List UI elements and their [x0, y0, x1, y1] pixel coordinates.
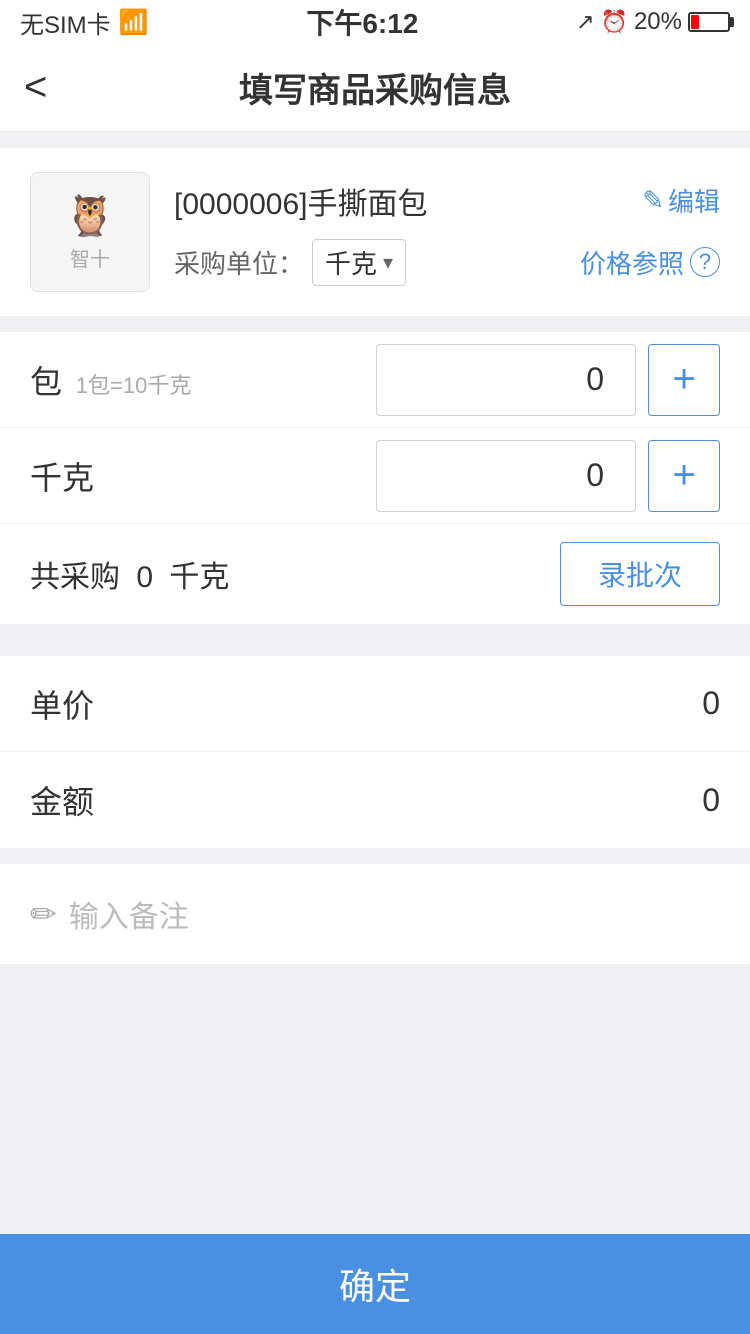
battery-pct: 20%: [634, 8, 682, 36]
product-info: [0000006]手撕面包 ✎ 编辑 采购单位： 千克 ▾ 价格参照 ?: [150, 179, 720, 286]
kg-label: 千克: [30, 460, 94, 496]
kg-plus-button[interactable]: +: [648, 440, 720, 512]
edit-label: 编辑: [668, 182, 720, 219]
confirm-button[interactable]: 确定: [0, 1234, 750, 1334]
bag-plus-button[interactable]: +: [648, 344, 720, 416]
bag-input-row: 包 1包=10千克 +: [0, 332, 750, 428]
bag-input[interactable]: [376, 344, 636, 416]
summary-quantity: 0: [136, 561, 153, 594]
bag-field-wrap: +: [191, 344, 720, 416]
alarm-icon: ⏰: [601, 9, 628, 35]
back-button[interactable]: <: [24, 65, 47, 110]
amount-value: 0: [702, 782, 720, 819]
status-left: 无SIM卡 📶: [20, 5, 149, 40]
notes-placeholder: 输入备注: [69, 892, 189, 936]
battery-indicator: [688, 12, 730, 32]
edit-button[interactable]: ✎ 编辑: [642, 182, 720, 219]
product-thumbnail: 🦉 智十: [30, 172, 150, 292]
battery-fill: [691, 15, 699, 29]
edit-icon: ✎: [642, 185, 664, 216]
status-right: ↗ ⏰ 20%: [576, 8, 730, 36]
confirm-label: 确定: [339, 1258, 411, 1310]
batch-btn-label: 录批次: [598, 554, 682, 594]
plus-icon-2: +: [672, 453, 695, 498]
price-ref-label: 价格参照: [580, 244, 684, 281]
summary-row: 共采购 0 千克 录批次: [0, 524, 750, 624]
notes-section[interactable]: ✏ 输入备注: [0, 864, 750, 964]
batch-button[interactable]: 录批次: [560, 542, 720, 606]
unit-price-label: 单价: [30, 681, 94, 727]
summary-suffix: 千克: [169, 561, 229, 594]
unit-value: 千克: [325, 244, 377, 281]
owl-icon: 🦉: [65, 192, 115, 239]
product-name-row: [0000006]手撕面包 ✎ 编辑: [174, 179, 720, 223]
product-card: 🦉 智十 [0000006]手撕面包 ✎ 编辑 采购单位： 千克 ▾ 价格参照 …: [0, 148, 750, 316]
divider-1: [0, 316, 750, 332]
product-name: [0000006]手撕面包: [174, 179, 427, 223]
bag-label: 包: [30, 364, 62, 400]
nav-bar: < 填写商品采购信息: [0, 44, 750, 132]
unit-price-row: 单价 0: [0, 656, 750, 752]
kg-label-wrap: 千克: [30, 453, 110, 499]
summary-prefix: 共采购: [30, 561, 120, 594]
unit-select[interactable]: 千克 ▾: [312, 239, 406, 286]
wifi-icon: 📶: [119, 8, 149, 37]
carrier-label: 无SIM卡: [20, 5, 111, 40]
unit-price-value: 0: [702, 685, 720, 722]
kg-field-wrap: +: [110, 440, 720, 512]
chevron-down-icon: ▾: [383, 250, 393, 275]
plus-icon: +: [672, 357, 695, 402]
input-section: 包 1包=10千克 + 千克 +: [0, 332, 750, 524]
pencil-icon: ✏: [30, 895, 57, 933]
unit-label: 采购单位：: [174, 244, 304, 281]
bag-label-wrap: 包 1包=10千克: [30, 357, 191, 403]
kg-input-row: 千克 +: [0, 428, 750, 524]
unit-row: 采购单位： 千克 ▾ 价格参照 ?: [174, 239, 720, 286]
page-title: 填写商品采购信息: [239, 63, 511, 112]
brand-label: 智十: [70, 243, 110, 272]
info-section: 单价 0 金额 0: [0, 656, 750, 848]
status-bar: 无SIM卡 📶 下午6:12 ↗ ⏰ 20%: [0, 0, 750, 44]
location-icon: ↗: [576, 9, 594, 35]
status-time: 下午6:12: [306, 2, 418, 42]
help-icon: ?: [690, 247, 720, 277]
amount-label: 金额: [30, 777, 94, 823]
price-ref-button[interactable]: 价格参照 ?: [580, 244, 720, 281]
summary-text: 共采购 0 千克: [30, 552, 229, 596]
kg-input[interactable]: [376, 440, 636, 512]
bag-sub-label: 1包=10千克: [76, 373, 192, 398]
divider-2: [0, 624, 750, 640]
amount-row: 金额 0: [0, 752, 750, 848]
